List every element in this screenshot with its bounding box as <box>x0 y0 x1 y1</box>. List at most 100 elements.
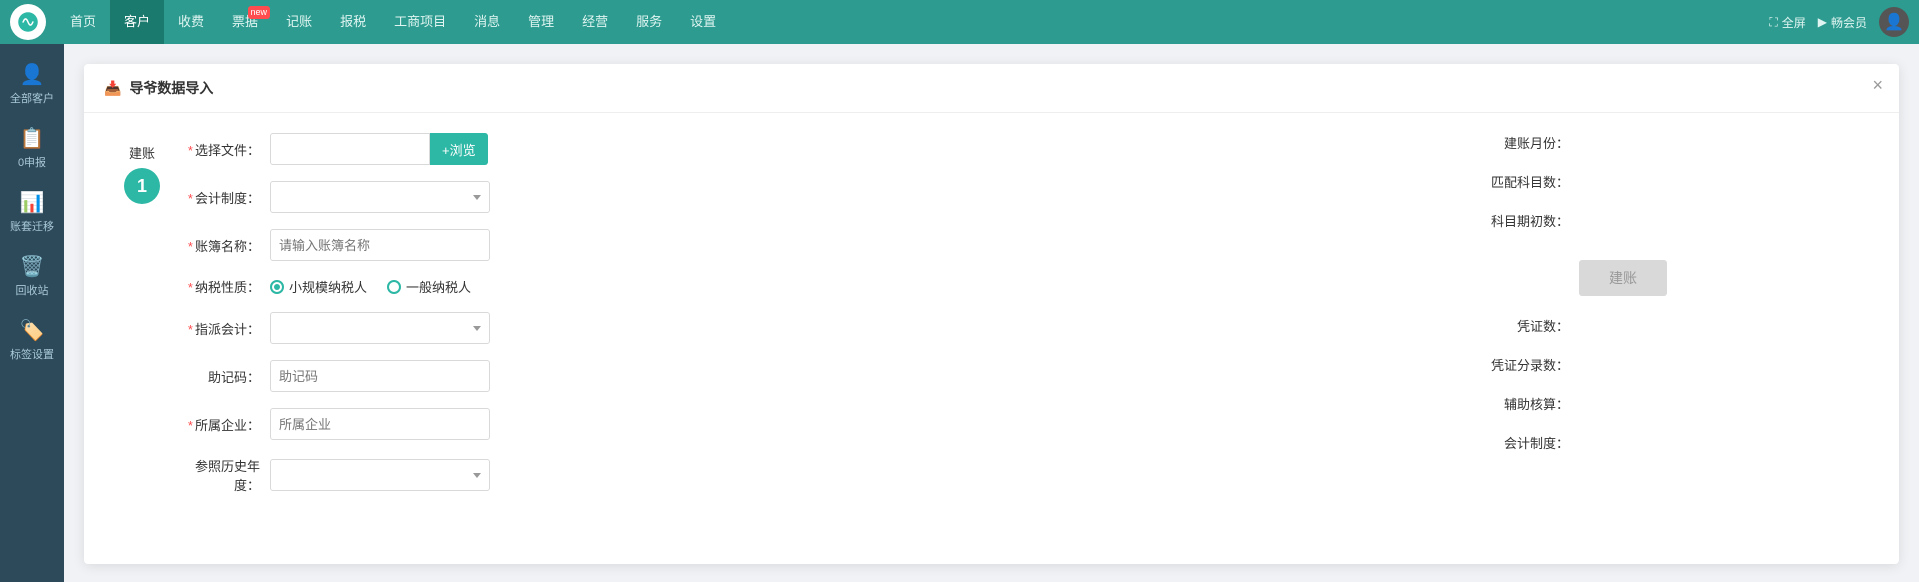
voucher-entries-row: 凭证分录数： <box>1469 355 1859 374</box>
nav-right: ⛶ 全屏 ▶ 畅会员 👤 <box>1769 7 1909 37</box>
history-row: 参照历史年度： <box>180 456 1439 494</box>
nav-business[interactable]: 工商项目 <box>380 0 460 44</box>
app-logo <box>10 4 46 40</box>
ledger-label: *账簿名称： <box>180 236 260 255</box>
member-button[interactable]: ▶ 畅会员 <box>1818 14 1867 31</box>
radio-dot-small <box>270 280 284 294</box>
tax-label-small: 小规模纳税人 <box>289 277 367 296</box>
content-area: 📥 导爷数据导入 × 建账 1 *选择文件： <box>64 44 1919 582</box>
top-navigation: 首页 客户 收费 票据 new 记账 报税 工商项目 消息 管理 经营 服务 设… <box>0 0 1919 44</box>
avatar-icon: 👤 <box>1884 12 1904 32</box>
accountant-select[interactable] <box>270 312 490 344</box>
accounting-label: *会计制度： <box>180 188 260 207</box>
form-section: *选择文件： +浏览 *会计制度： <box>180 133 1439 510</box>
step-indicator: 建账 1 <box>124 133 160 204</box>
migration-icon: 📊 <box>20 190 45 215</box>
nav-fee[interactable]: 收费 <box>164 0 218 44</box>
memo-label: 助记码： <box>180 367 260 386</box>
nav-invoice[interactable]: 票据 new <box>218 0 272 44</box>
required-star2: * <box>188 191 193 206</box>
tax-row: *纳税性质： 小规模纳税人 一般纳税人 <box>180 277 1439 296</box>
people-icon: 👤 <box>20 62 45 87</box>
accounting-select[interactable] <box>270 181 490 213</box>
required-star6: * <box>188 418 193 433</box>
ledger-row: *账簿名称： <box>180 229 1439 261</box>
month-label: 建账月份： <box>1469 133 1569 152</box>
nav-customer[interactable]: 客户 <box>110 0 164 44</box>
nav-items: 首页 客户 收费 票据 new 记账 报税 工商项目 消息 管理 经营 服务 设… <box>56 0 1769 44</box>
voucher-entries-label: 凭证分录数： <box>1469 355 1569 374</box>
declaration-icon: 📋 <box>20 126 45 151</box>
voucher-label: 凭证数： <box>1469 316 1569 335</box>
sidebar-item-all-customers[interactable]: 👤 全部客户 <box>0 52 64 116</box>
import-icon: 📥 <box>104 80 121 97</box>
month-row: 建账月份： <box>1469 133 1859 152</box>
nav-home[interactable]: 首页 <box>56 0 110 44</box>
tax-label-general: 一般纳税人 <box>406 277 471 296</box>
required-star3: * <box>188 239 193 254</box>
ledger-input[interactable] <box>270 229 490 261</box>
tax-option-small[interactable]: 小规模纳税人 <box>270 277 367 296</box>
nav-bookkeeping[interactable]: 记账 <box>272 0 326 44</box>
accountant-label: *指派会计： <box>180 319 260 338</box>
nav-service[interactable]: 服务 <box>622 0 676 44</box>
main-layout: 👤 全部客户 📋 0申报 📊 账套迁移 🗑️ 回收站 🏷️ 标签设置 📥 导爷数… <box>0 44 1919 582</box>
right-section: 建账月份： 匹配科目数： 科目期初数： 建账 凭证数： <box>1439 133 1859 510</box>
aux-label: 辅助核算： <box>1469 394 1569 413</box>
nav-manage[interactable]: 管理 <box>514 0 568 44</box>
sidebar-item-recycle[interactable]: 🗑️ 回收站 <box>0 244 64 308</box>
history-select[interactable] <box>270 459 490 491</box>
tax-option-general[interactable]: 一般纳税人 <box>387 277 471 296</box>
play-icon: ▶ <box>1818 15 1827 29</box>
accounting-row: *会计制度： <box>180 181 1439 213</box>
accounting-system-row: 会计制度： <box>1469 433 1859 452</box>
nav-operation[interactable]: 经营 <box>568 0 622 44</box>
step-label: 建账 <box>129 143 155 162</box>
dialog-header: 📥 导爷数据导入 <box>84 64 1899 113</box>
sidebar-item-declaration[interactable]: 📋 0申报 <box>0 116 64 180</box>
dialog-body: 建账 1 *选择文件： +浏览 <box>84 113 1899 530</box>
create-account-button: 建账 <box>1579 260 1667 296</box>
accountant-row: *指派会计： <box>180 312 1439 344</box>
new-badge: new <box>248 6 271 19</box>
file-input[interactable] <box>270 133 430 165</box>
sidebar: 👤 全部客户 📋 0申报 📊 账套迁移 🗑️ 回收站 🏷️ 标签设置 <box>0 44 64 582</box>
nav-message[interactable]: 消息 <box>460 0 514 44</box>
voucher-row: 凭证数： <box>1469 316 1859 335</box>
sidebar-item-migration[interactable]: 📊 账套迁移 <box>0 180 64 244</box>
file-input-wrap: +浏览 <box>270 133 488 165</box>
company-label: *所属企业： <box>180 415 260 434</box>
step-circle: 1 <box>124 168 160 204</box>
close-button[interactable]: × <box>1872 76 1883 94</box>
company-input[interactable] <box>270 408 490 440</box>
fullscreen-button[interactable]: ⛶ 全屏 <box>1769 14 1805 31</box>
dialog-title: 导爷数据导入 <box>129 78 213 98</box>
file-label: *选择文件： <box>180 140 260 159</box>
history-label: 参照历史年度： <box>180 456 260 494</box>
fullscreen-icon: ⛶ <box>1769 15 1777 30</box>
required-star4: * <box>188 280 193 295</box>
tag-icon: 🏷️ <box>20 318 45 343</box>
memo-row: 助记码： <box>180 360 1439 392</box>
import-dialog: 📥 导爷数据导入 × 建账 1 *选择文件： <box>84 64 1899 564</box>
nav-tax[interactable]: 报税 <box>326 0 380 44</box>
company-row: *所属企业： <box>180 408 1439 440</box>
tax-label: *纳税性质： <box>180 277 260 296</box>
subject-label: 科目期初数： <box>1469 211 1569 230</box>
subject-row: 科目期初数： <box>1469 211 1859 230</box>
match-row: 匹配科目数： <box>1469 172 1859 191</box>
match-label: 匹配科目数： <box>1469 172 1569 191</box>
required-star: * <box>188 143 193 158</box>
nav-settings[interactable]: 设置 <box>676 0 730 44</box>
trash-icon: 🗑️ <box>20 254 45 279</box>
aux-row: 辅助核算： <box>1469 394 1859 413</box>
avatar[interactable]: 👤 <box>1879 7 1909 37</box>
accounting-system-label: 会计制度： <box>1469 433 1569 452</box>
sidebar-item-tags[interactable]: 🏷️ 标签设置 <box>0 308 64 372</box>
radio-dot-general <box>387 280 401 294</box>
memo-input[interactable] <box>270 360 490 392</box>
required-star5: * <box>188 322 193 337</box>
left-section: 建账 1 *选择文件： +浏览 <box>124 133 1439 510</box>
browse-button[interactable]: +浏览 <box>430 133 488 165</box>
file-row: *选择文件： +浏览 <box>180 133 1439 165</box>
